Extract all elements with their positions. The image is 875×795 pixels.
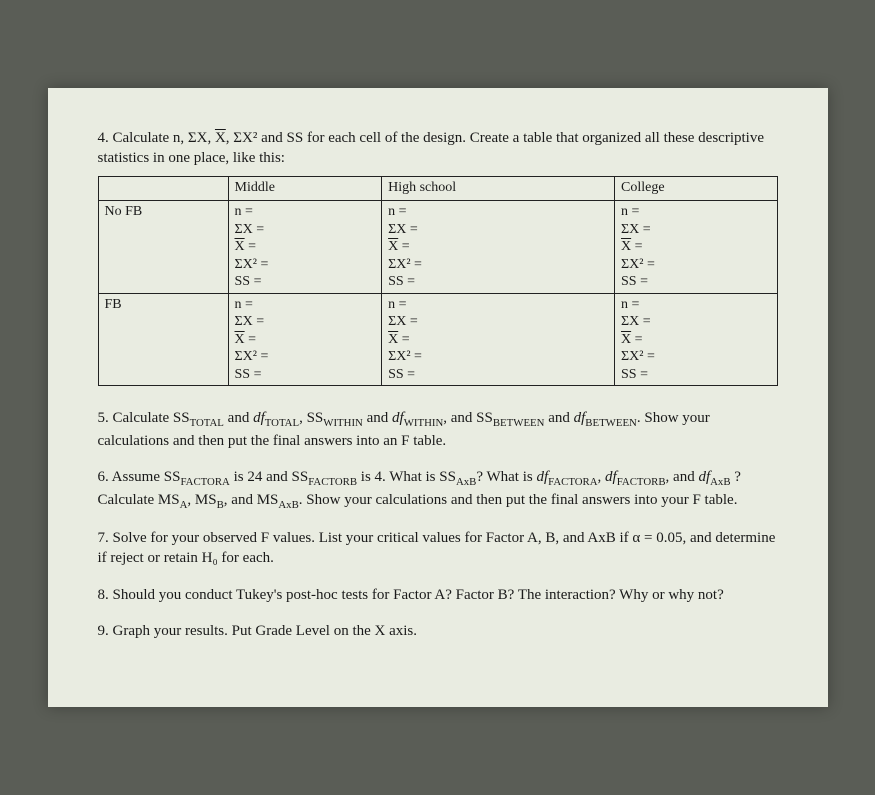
- q4-text-a: 4. Calculate n, ΣX,: [98, 130, 215, 146]
- table-row: FB n = ΣX = X = ΣX² = SS = n = ΣX = X = …: [98, 293, 777, 386]
- stat-line: n =: [621, 296, 771, 314]
- stat-line: n =: [235, 203, 376, 221]
- df-italic: df: [698, 469, 710, 485]
- cell-fb-hs: n = ΣX = X = ΣX² = SS =: [382, 293, 615, 386]
- stat-line: X =: [388, 238, 608, 256]
- stat-line: ΣX =: [621, 221, 771, 239]
- stat-line: ΣX² =: [388, 256, 608, 274]
- table-header-row: Middle High school College: [98, 177, 777, 201]
- q6-part: is 24 and SS: [230, 469, 308, 485]
- question-6: 6. Assume SSFACTORA is 24 and SSFACTORB …: [98, 467, 778, 512]
- q5-part: , and SS: [443, 410, 493, 426]
- df-italic: df: [392, 410, 404, 426]
- question-8: 8. Should you conduct Tukey's post-hoc t…: [98, 585, 778, 605]
- cell-nofb-middle: n = ΣX = X = ΣX² = SS =: [228, 201, 382, 294]
- stat-line: ΣX² =: [621, 348, 771, 366]
- row-header-nofb: No FB: [98, 201, 228, 294]
- subscript: B: [217, 499, 224, 511]
- subscript: FACTORA: [180, 476, 229, 488]
- stat-line: ΣX² =: [388, 348, 608, 366]
- document-page: 4. Calculate n, ΣX, X, ΣX² and SS for ea…: [48, 88, 828, 707]
- stat-line: SS =: [388, 273, 608, 291]
- stat-line: ΣX =: [621, 313, 771, 331]
- col-header-middle: Middle: [228, 177, 382, 201]
- stat-line: n =: [621, 203, 771, 221]
- cell-fb-college: n = ΣX = X = ΣX² = SS =: [615, 293, 778, 386]
- stat-line: n =: [235, 296, 376, 314]
- stat-line: ΣX² =: [235, 348, 376, 366]
- q6-part: 6. Assume SS: [98, 469, 181, 485]
- stat-line: n =: [388, 203, 608, 221]
- col-header-college: College: [615, 177, 778, 201]
- stat-line: SS =: [235, 366, 376, 384]
- subscript: TOTAL: [190, 417, 224, 429]
- stat-line: ΣX² =: [621, 256, 771, 274]
- q5-part: , SS: [299, 410, 323, 426]
- stat-line: ΣX =: [235, 221, 376, 239]
- q6-part: ,: [598, 469, 606, 485]
- stat-line: SS =: [235, 273, 376, 291]
- cell-fb-middle: n = ΣX = X = ΣX² = SS =: [228, 293, 382, 386]
- stat-line: ΣX =: [388, 221, 608, 239]
- subscript: BETWEEN: [585, 417, 637, 429]
- stat-line: X =: [621, 238, 771, 256]
- q6-part: Show your calculations and then put the …: [303, 492, 738, 508]
- subscript: AxB: [278, 499, 298, 511]
- question-9: 9. Graph your results. Put Grade Level o…: [98, 621, 778, 641]
- subscript: WITHIN: [404, 417, 444, 429]
- stat-line: SS =: [388, 366, 608, 384]
- table-row: No FB n = ΣX = X = ΣX² = SS = n = ΣX = X…: [98, 201, 777, 294]
- stat-line: n =: [388, 296, 608, 314]
- stat-line: X =: [621, 331, 771, 349]
- stat-line: SS =: [621, 273, 771, 291]
- col-header-highschool: High school: [382, 177, 615, 201]
- q6-part: is 4. What is SS: [357, 469, 456, 485]
- corner-cell: [98, 177, 228, 201]
- question-4: 4. Calculate n, ΣX, X, ΣX² and SS for ea…: [98, 128, 778, 169]
- subscript: AxB: [456, 476, 476, 488]
- stat-line: ΣX =: [235, 313, 376, 331]
- row-header-fb: FB: [98, 293, 228, 386]
- df-italic: df: [536, 469, 548, 485]
- xbar-symbol: X: [215, 130, 226, 146]
- q5-part: and: [544, 410, 573, 426]
- question-5: 5. Calculate SSTOTAL and dfTOTAL, SSWITH…: [98, 408, 778, 451]
- q6-part: , and: [666, 469, 699, 485]
- q6-part: ? What is: [476, 469, 536, 485]
- subscript: FACTORB: [308, 476, 357, 488]
- stat-line: ΣX² =: [235, 256, 376, 274]
- subscript: WITHIN: [323, 417, 363, 429]
- stat-line: ΣX =: [388, 313, 608, 331]
- cell-nofb-college: n = ΣX = X = ΣX² = SS =: [615, 201, 778, 294]
- subscript: FACTORA: [548, 476, 597, 488]
- q5-part: and: [224, 410, 253, 426]
- stat-line: X =: [235, 238, 376, 256]
- subscript: AxB: [710, 476, 730, 488]
- subscript: TOTAL: [265, 417, 299, 429]
- subscript: FACTORB: [617, 476, 666, 488]
- df-italic: df: [574, 410, 586, 426]
- subscript: BETWEEN: [493, 417, 545, 429]
- stat-line: X =: [388, 331, 608, 349]
- stat-line: X =: [235, 331, 376, 349]
- stat-line: SS =: [621, 366, 771, 384]
- question-7: 7. Solve for your observed F values. Lis…: [98, 528, 778, 569]
- df-italic: df: [253, 410, 265, 426]
- cell-nofb-hs: n = ΣX = X = ΣX² = SS =: [382, 201, 615, 294]
- df-italic: df: [605, 469, 617, 485]
- statistics-table: Middle High school College No FB n = ΣX …: [98, 176, 778, 386]
- q5-part: 5. Calculate SS: [98, 410, 190, 426]
- q6-part: , and MS: [224, 492, 279, 508]
- q5-part: and: [363, 410, 392, 426]
- q6-part: , MS: [187, 492, 216, 508]
